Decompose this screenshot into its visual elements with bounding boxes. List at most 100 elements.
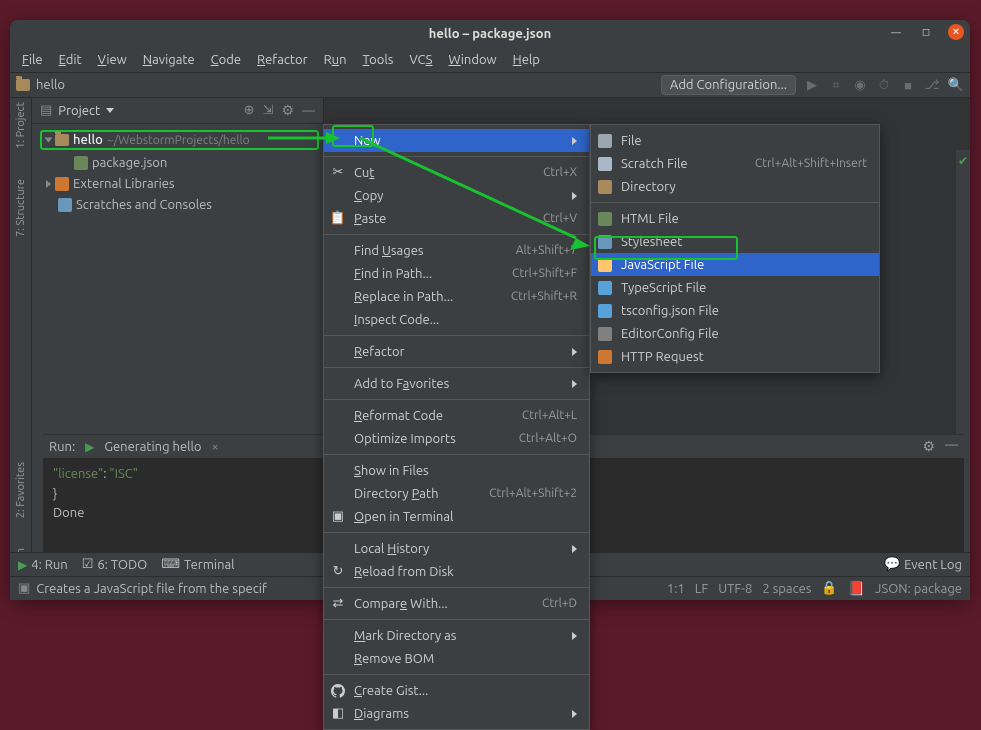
ctx-item-optimize-imports[interactable]: Optimize ImportsCtrl+Alt+O xyxy=(324,427,589,450)
menu-edit[interactable]: Edit xyxy=(53,51,88,69)
json-file-icon xyxy=(74,156,88,170)
git-icon[interactable]: ⎇ xyxy=(924,77,940,93)
ctx-item-open-in-terminal[interactable]: ▣Open in Terminal xyxy=(324,505,589,528)
tab-terminal[interactable]: ⌨Terminal xyxy=(161,557,234,572)
new-item-directory[interactable]: Directory xyxy=(591,175,879,198)
profiler-icon[interactable]: ⏱ xyxy=(876,77,892,93)
expand-icon[interactable]: ⇲ xyxy=(263,103,274,118)
new-item-typescript-file[interactable]: TypeScript File xyxy=(591,276,879,299)
tab-run[interactable]: ▶4: Run xyxy=(18,558,68,572)
status-hide-icon[interactable]: ▣ xyxy=(18,581,30,596)
tab-event-log[interactable]: 💬Event Log xyxy=(884,557,962,572)
locate-icon[interactable]: ⊕ xyxy=(244,103,255,118)
run-toolbar-icon[interactable]: ▶ xyxy=(804,77,820,93)
status-encoding[interactable]: UTF-8 xyxy=(718,582,752,596)
ctx-item-mark-directory-as[interactable]: Mark Directory as xyxy=(324,624,589,647)
tree-item-external-libs[interactable]: External Libraries xyxy=(40,176,319,192)
folder-icon xyxy=(16,79,30,91)
status-indent[interactable]: 2 spaces xyxy=(762,582,811,596)
reader-mode-icon[interactable]: 📕 xyxy=(848,580,865,597)
ctx-item-reformat-code[interactable]: Reformat CodeCtrl+Alt+L xyxy=(324,404,589,427)
breadcrumb[interactable]: hello xyxy=(36,78,65,92)
rail-favorites[interactable]: 2: Favorites xyxy=(15,462,27,518)
left-tool-rail: 1: Project 7: Structure 2: Favorites npm xyxy=(10,98,32,600)
ctx-item-inspect-code-[interactable]: Inspect Code... xyxy=(324,308,589,331)
tree-item-package[interactable]: package.json xyxy=(40,155,319,171)
status-hint: Creates a JavaScript file from the speci… xyxy=(36,582,267,596)
run-label: Run: xyxy=(49,440,75,454)
new-item-stylesheet[interactable]: Stylesheet xyxy=(591,230,879,253)
new-item-http-request[interactable]: HTTP Request xyxy=(591,345,879,368)
new-item-file[interactable]: File xyxy=(591,129,879,152)
run-hide-icon[interactable]: — xyxy=(945,438,958,455)
run-tab[interactable]: Generating hello xyxy=(104,440,201,454)
tree-label: Scratches and Consoles xyxy=(76,198,212,212)
menu-window[interactable]: Window xyxy=(442,51,502,69)
inspection-ok-icon[interactable]: ✔ xyxy=(958,154,968,168)
new-item-html-file[interactable]: HTML File xyxy=(591,207,879,230)
folder-icon xyxy=(55,134,69,146)
menu-file[interactable]: File xyxy=(16,51,49,69)
ctx-item-reload-from-disk[interactable]: ↻Reload from Disk xyxy=(324,560,589,583)
ctx-item-directory-path[interactable]: Directory PathCtrl+Alt+Shift+2 xyxy=(324,482,589,505)
panel-title: Project xyxy=(58,104,100,118)
new-submenu: FileScratch FileCtrl+Alt+Shift+InsertDir… xyxy=(590,124,880,373)
chevron-right-icon[interactable] xyxy=(46,180,51,188)
close-button[interactable]: ✕ xyxy=(948,24,964,40)
run-gear-icon[interactable]: ⚙ xyxy=(922,438,935,455)
menu-view[interactable]: View xyxy=(92,51,133,69)
ctx-item-create-gist-[interactable]: Create Gist... xyxy=(324,679,589,702)
menu-code[interactable]: Code xyxy=(205,51,247,69)
ctx-item-diagrams[interactable]: ◧Diagrams xyxy=(324,702,589,725)
maximize-button[interactable]: ◻ xyxy=(918,24,934,40)
stop-icon[interactable]: ■ xyxy=(900,77,916,93)
tab-todo[interactable]: ☑6: TODO xyxy=(82,557,148,572)
hide-panel-icon[interactable]: — xyxy=(302,104,315,118)
menu-refactor[interactable]: Refactor xyxy=(251,51,314,69)
tree-label: hello xyxy=(73,133,103,147)
rail-structure[interactable]: 7: Structure xyxy=(15,179,27,237)
status-lf[interactable]: LF xyxy=(695,582,708,596)
ctx-item-refactor[interactable]: Refactor xyxy=(324,340,589,363)
tree-item-scratches[interactable]: Scratches and Consoles xyxy=(40,197,319,213)
minimize-button[interactable]: — xyxy=(888,24,904,40)
run-arrow-icon: ▶ xyxy=(85,440,94,454)
chevron-down-icon[interactable] xyxy=(45,138,53,143)
annotation-arrow xyxy=(268,128,348,148)
ctx-item-compare-with-[interactable]: ⇄Compare With...Ctrl+D xyxy=(324,592,589,615)
search-everywhere-icon[interactable]: 🔍 xyxy=(948,77,964,93)
tree-path: ~/WebstormProjects/hello xyxy=(107,134,250,147)
output-text: "license" xyxy=(53,467,103,481)
ctx-item-show-in-files[interactable]: Show in Files xyxy=(324,459,589,482)
tree-label: package.json xyxy=(92,156,167,170)
lock-icon[interactable]: 🔒 xyxy=(821,581,837,596)
debug-toolbar-icon[interactable]: ⌗ xyxy=(828,77,844,93)
coverage-icon[interactable]: ◉ xyxy=(852,77,868,93)
scratch-icon xyxy=(58,198,72,212)
menu-run[interactable]: Run xyxy=(318,51,353,69)
new-item-editorconfig-file[interactable]: EditorConfig File xyxy=(591,322,879,345)
menu-vcs[interactable]: VCS xyxy=(403,51,438,69)
ctx-item-local-history[interactable]: Local History xyxy=(324,537,589,560)
ctx-item-add-to-favorites[interactable]: Add to Favorites xyxy=(324,372,589,395)
new-item-scratch-file[interactable]: Scratch FileCtrl+Alt+Shift+Insert xyxy=(591,152,879,175)
annotation-arrow xyxy=(360,134,610,254)
ctx-item-remove-bom[interactable]: Remove BOM xyxy=(324,647,589,670)
menu-tools[interactable]: Tools xyxy=(357,51,400,69)
new-item-tsconfig-json-file[interactable]: tsconfig.json File xyxy=(591,299,879,322)
tree-label: External Libraries xyxy=(73,177,175,191)
status-pos[interactable]: 1:1 xyxy=(667,582,685,596)
panel-dropdown-icon[interactable] xyxy=(106,108,114,113)
ctx-item-replace-in-path-[interactable]: Replace in Path...Ctrl+Shift+R xyxy=(324,285,589,308)
close-tab-icon[interactable]: × xyxy=(212,440,219,454)
panel-mode-icon[interactable]: ▤ xyxy=(40,103,52,118)
menu-help[interactable]: Help xyxy=(507,51,546,69)
add-configuration-button[interactable]: Add Configuration... xyxy=(661,75,796,95)
navigation-bar: hello Add Configuration... ▶ ⌗ ◉ ⏱ ■ ⎇ 🔍 xyxy=(10,72,970,98)
new-item-javascript-file[interactable]: JavaScript File xyxy=(591,253,879,276)
ctx-item-find-in-path-[interactable]: Find in Path...Ctrl+Shift+F xyxy=(324,262,589,285)
menu-navigate[interactable]: Navigate xyxy=(137,51,201,69)
titlebar: hello – package.json — ◻ ✕ xyxy=(10,20,970,48)
rail-project[interactable]: 1: Project xyxy=(15,102,27,149)
gear-icon[interactable]: ⚙ xyxy=(281,102,294,119)
